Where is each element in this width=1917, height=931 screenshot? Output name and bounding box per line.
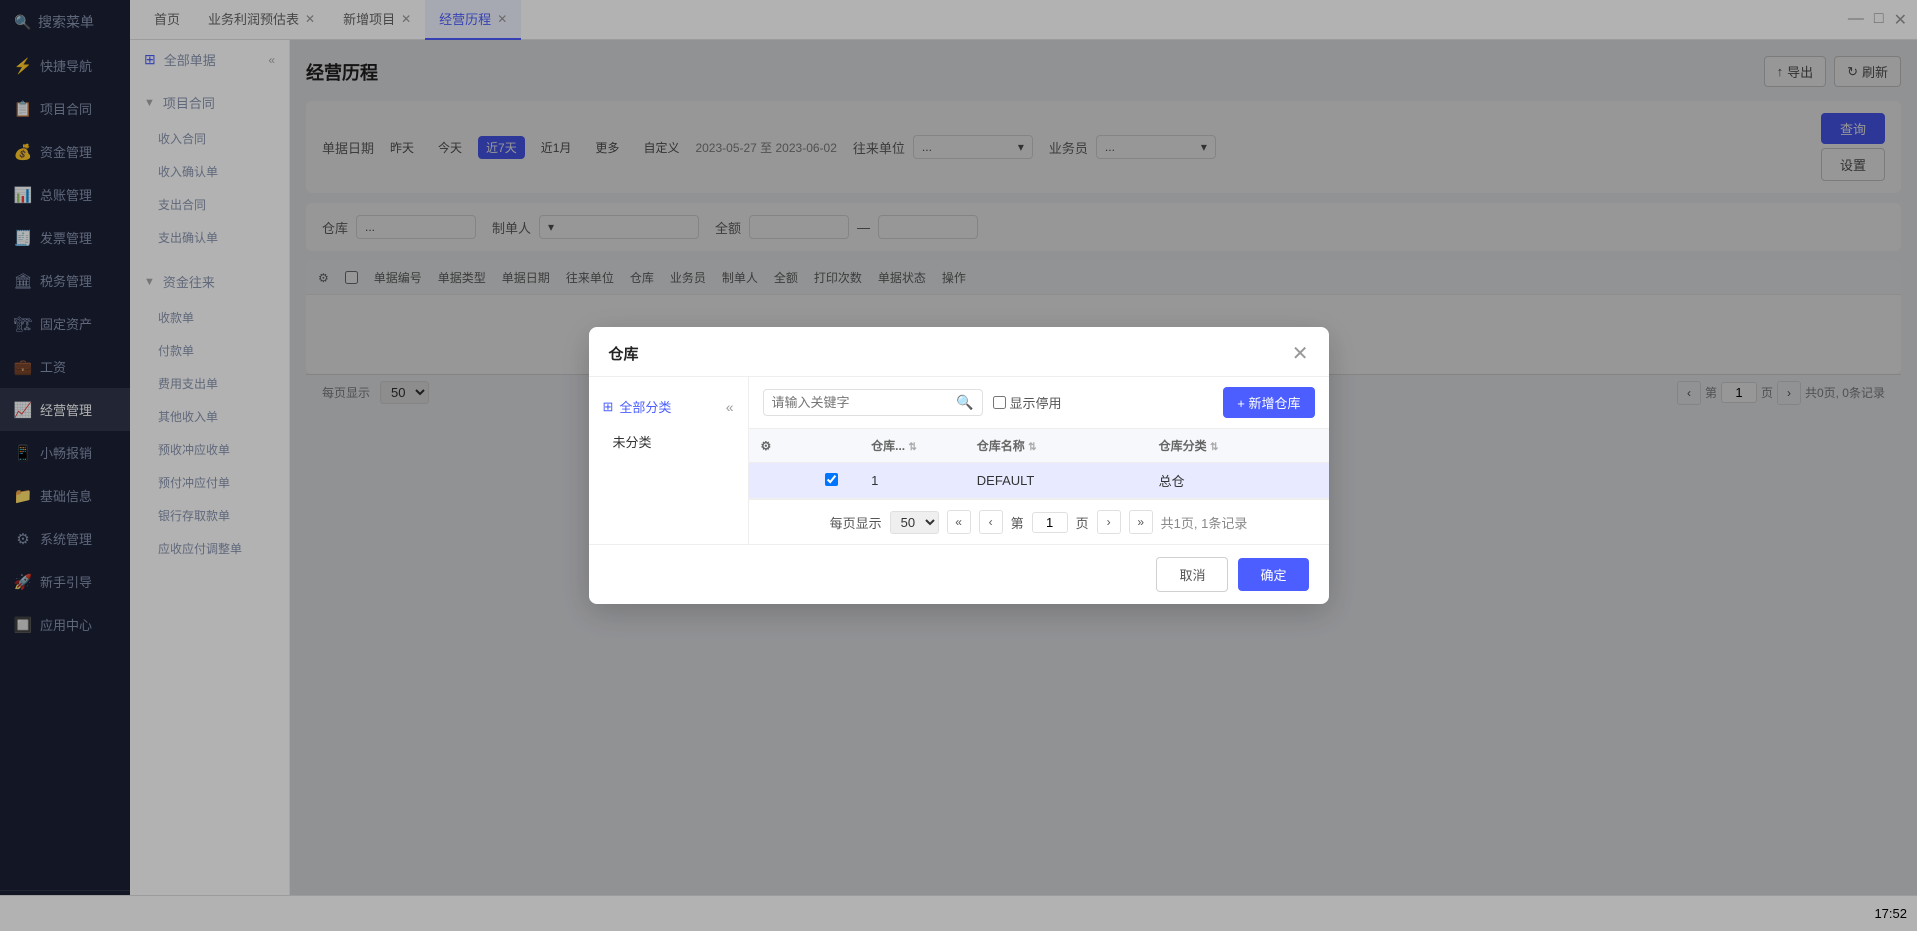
- modal-body: ⊞ 全部分类 « 未分类 🔍 显示停用: [589, 377, 1329, 544]
- modal-all-label: 全部分类: [619, 397, 671, 416]
- modal-sidebar: ⊞ 全部分类 « 未分类: [589, 377, 749, 544]
- warehouse-modal: 仓库 ✕ ⊞ 全部分类 « 未分类: [589, 327, 1329, 604]
- modal-header: 仓库 ✕: [589, 327, 1329, 377]
- add-warehouse-button[interactable]: + 新增仓库: [1223, 387, 1314, 418]
- search-icon2: 🔍: [956, 394, 973, 411]
- modal-actions: 取消 确定: [589, 544, 1329, 604]
- modal-prev-page-button[interactable]: ‹: [979, 510, 1003, 534]
- sort-code-icon: ⇅: [1028, 442, 1036, 453]
- modal-all-category[interactable]: ⊞ 全部分类 «: [589, 389, 748, 424]
- row-name: 总仓: [1147, 463, 1329, 499]
- modal-uncategorized-label: 未分类: [613, 432, 652, 451]
- table-row[interactable]: 1 DEFAULT 总仓: [749, 463, 1329, 499]
- show-disabled-checkbox[interactable]: [993, 396, 1006, 409]
- settings-icon2: ⚙: [761, 439, 772, 453]
- confirm-button[interactable]: 确定: [1238, 558, 1308, 591]
- modal-search-input[interactable]: [772, 395, 953, 410]
- modal-page-unit: 页: [1076, 513, 1089, 532]
- cancel-button[interactable]: 取消: [1156, 557, 1228, 592]
- modal-table: ⚙ 仓库... ⇅ 仓库名称 ⇅: [749, 429, 1329, 499]
- modal-first-page-button[interactable]: «: [947, 510, 971, 534]
- modal-last-page-button[interactable]: »: [1129, 510, 1153, 534]
- row-id: 1: [859, 463, 965, 499]
- collapse-sidebar-button[interactable]: «: [726, 399, 734, 415]
- th-name[interactable]: 仓库分类 ⇅: [1147, 429, 1329, 463]
- category-icon: ⊞: [603, 399, 614, 415]
- modal-overlay: 仓库 ✕ ⊞ 全部分类 « 未分类: [0, 0, 1917, 931]
- modal-close-button[interactable]: ✕: [1292, 341, 1309, 366]
- modal-page-label: 第: [1011, 513, 1024, 532]
- modal-page-input[interactable]: [1032, 512, 1068, 533]
- modal-title: 仓库: [609, 343, 639, 364]
- th-code[interactable]: 仓库名称 ⇅: [965, 429, 1147, 463]
- th-check: [803, 429, 859, 463]
- per-page-label: 每页显示: [830, 513, 882, 532]
- modal-main: 🔍 显示停用 + 新增仓库 ⚙: [749, 377, 1329, 544]
- row-code: DEFAULT: [965, 463, 1147, 499]
- modal-search-wrap: 🔍: [763, 389, 983, 416]
- sort-id-icon: ⇅: [908, 442, 916, 453]
- modal-pagination: 每页显示 50 « ‹ 第 页 › » 共1页, 1条记录: [749, 499, 1329, 544]
- row-check[interactable]: [803, 463, 859, 499]
- row-settings: [749, 463, 804, 499]
- modal-next-page-button[interactable]: ›: [1097, 510, 1121, 534]
- th-settings[interactable]: ⚙: [749, 429, 804, 463]
- th-id[interactable]: 仓库... ⇅: [859, 429, 965, 463]
- modal-page-size-select[interactable]: 50: [890, 511, 939, 534]
- sort-name-icon: ⇅: [1210, 442, 1218, 453]
- modal-uncategorized[interactable]: 未分类: [589, 424, 748, 459]
- show-disabled-label[interactable]: 显示停用: [993, 393, 1062, 412]
- modal-toolbar: 🔍 显示停用 + 新增仓库: [749, 377, 1329, 429]
- modal-total-info: 共1页, 1条记录: [1161, 513, 1248, 532]
